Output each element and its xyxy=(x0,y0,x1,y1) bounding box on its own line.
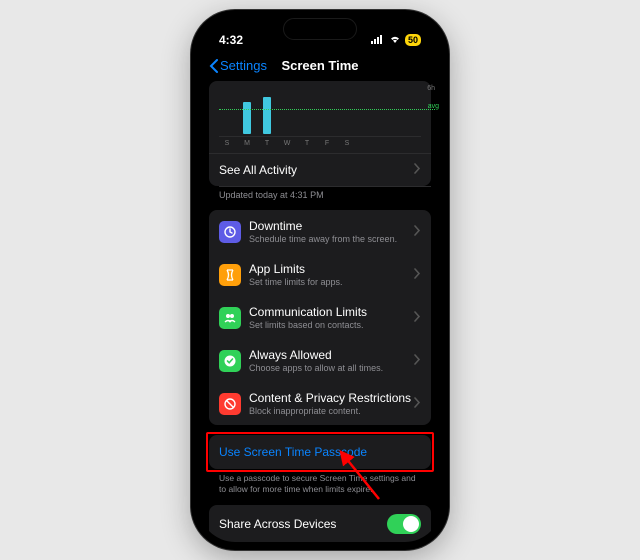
nav-bar: Settings Screen Time xyxy=(199,54,441,81)
passcode-footer: Use a passcode to secure Screen Time set… xyxy=(209,469,431,505)
comm-sub: Set limits based on contacts. xyxy=(249,320,367,330)
see-all-activity-row[interactable]: See All Activity xyxy=(209,153,431,186)
day-label: S xyxy=(343,140,351,147)
content-title: Content & Privacy Restrictions xyxy=(249,391,411,405)
updated-text: Updated today at 4:31 PM xyxy=(209,186,431,210)
day-label: S xyxy=(223,140,231,147)
phone-frame: 4:32 50 Settings Screen Time avg 6h S xyxy=(191,10,449,550)
chevron-left-icon xyxy=(209,59,219,73)
share-row[interactable]: Share Across Devices xyxy=(209,505,431,542)
downtime-icon xyxy=(219,221,241,243)
screen: 4:32 50 Settings Screen Time avg 6h S xyxy=(199,18,441,542)
battery-indicator: 50 xyxy=(405,34,421,46)
downtime-sub: Schedule time away from the screen. xyxy=(249,234,397,244)
applimits-title: App Limits xyxy=(249,262,343,276)
restriction-icon xyxy=(219,393,241,415)
always-row[interactable]: Always AllowedChoose apps to allow at al… xyxy=(209,339,431,382)
dynamic-island xyxy=(283,18,357,40)
use-passcode-row[interactable]: Use Screen Time Passcode xyxy=(209,435,431,469)
downtime-title: Downtime xyxy=(249,219,397,233)
content-sub: Block inappropriate content. xyxy=(249,406,411,416)
share-toggle[interactable] xyxy=(387,514,421,534)
see-all-label: See All Activity xyxy=(219,163,297,177)
chevron-right-icon xyxy=(414,311,421,325)
avg-label: avg xyxy=(428,103,439,110)
always-sub: Choose apps to allow at all times. xyxy=(249,363,383,373)
share-label: Share Across Devices xyxy=(219,517,336,531)
content-row[interactable]: Content & Privacy RestrictionsBlock inap… xyxy=(209,382,431,425)
page-title: Screen Time xyxy=(281,58,358,73)
chart-bar xyxy=(263,97,271,134)
signal-icon xyxy=(371,33,385,47)
applimits-row[interactable]: App LimitsSet time limits for apps. xyxy=(209,253,431,296)
chevron-right-icon xyxy=(414,354,421,368)
comm-title: Communication Limits xyxy=(249,305,367,319)
chevron-right-icon xyxy=(414,268,421,282)
applimits-sub: Set time limits for apps. xyxy=(249,277,343,287)
day-label: F xyxy=(323,140,331,147)
day-label: T xyxy=(263,140,271,147)
chevron-right-icon xyxy=(414,163,421,177)
chart-max-label: 6h xyxy=(427,85,435,92)
day-label: T xyxy=(303,140,311,147)
passcode-label: Use Screen Time Passcode xyxy=(219,445,367,459)
usage-chart: avg 6h SMTWTFS xyxy=(209,81,431,153)
day-label: W xyxy=(283,140,291,147)
chart-bar xyxy=(243,102,251,134)
back-button[interactable]: Settings xyxy=(209,58,267,73)
chevron-right-icon xyxy=(414,397,421,411)
downtime-row[interactable]: DowntimeSchedule time away from the scre… xyxy=(209,210,431,253)
status-time: 4:32 xyxy=(219,33,243,47)
always-title: Always Allowed xyxy=(249,348,383,362)
hourglass-icon xyxy=(219,264,241,286)
checkmark-icon xyxy=(219,350,241,372)
comm-row[interactable]: Communication LimitsSet limits based on … xyxy=(209,296,431,339)
communication-icon xyxy=(219,307,241,329)
avg-line xyxy=(219,109,435,110)
day-label: M xyxy=(243,140,251,147)
back-label: Settings xyxy=(220,58,267,73)
wifi-icon xyxy=(388,33,402,47)
chevron-right-icon xyxy=(414,225,421,239)
